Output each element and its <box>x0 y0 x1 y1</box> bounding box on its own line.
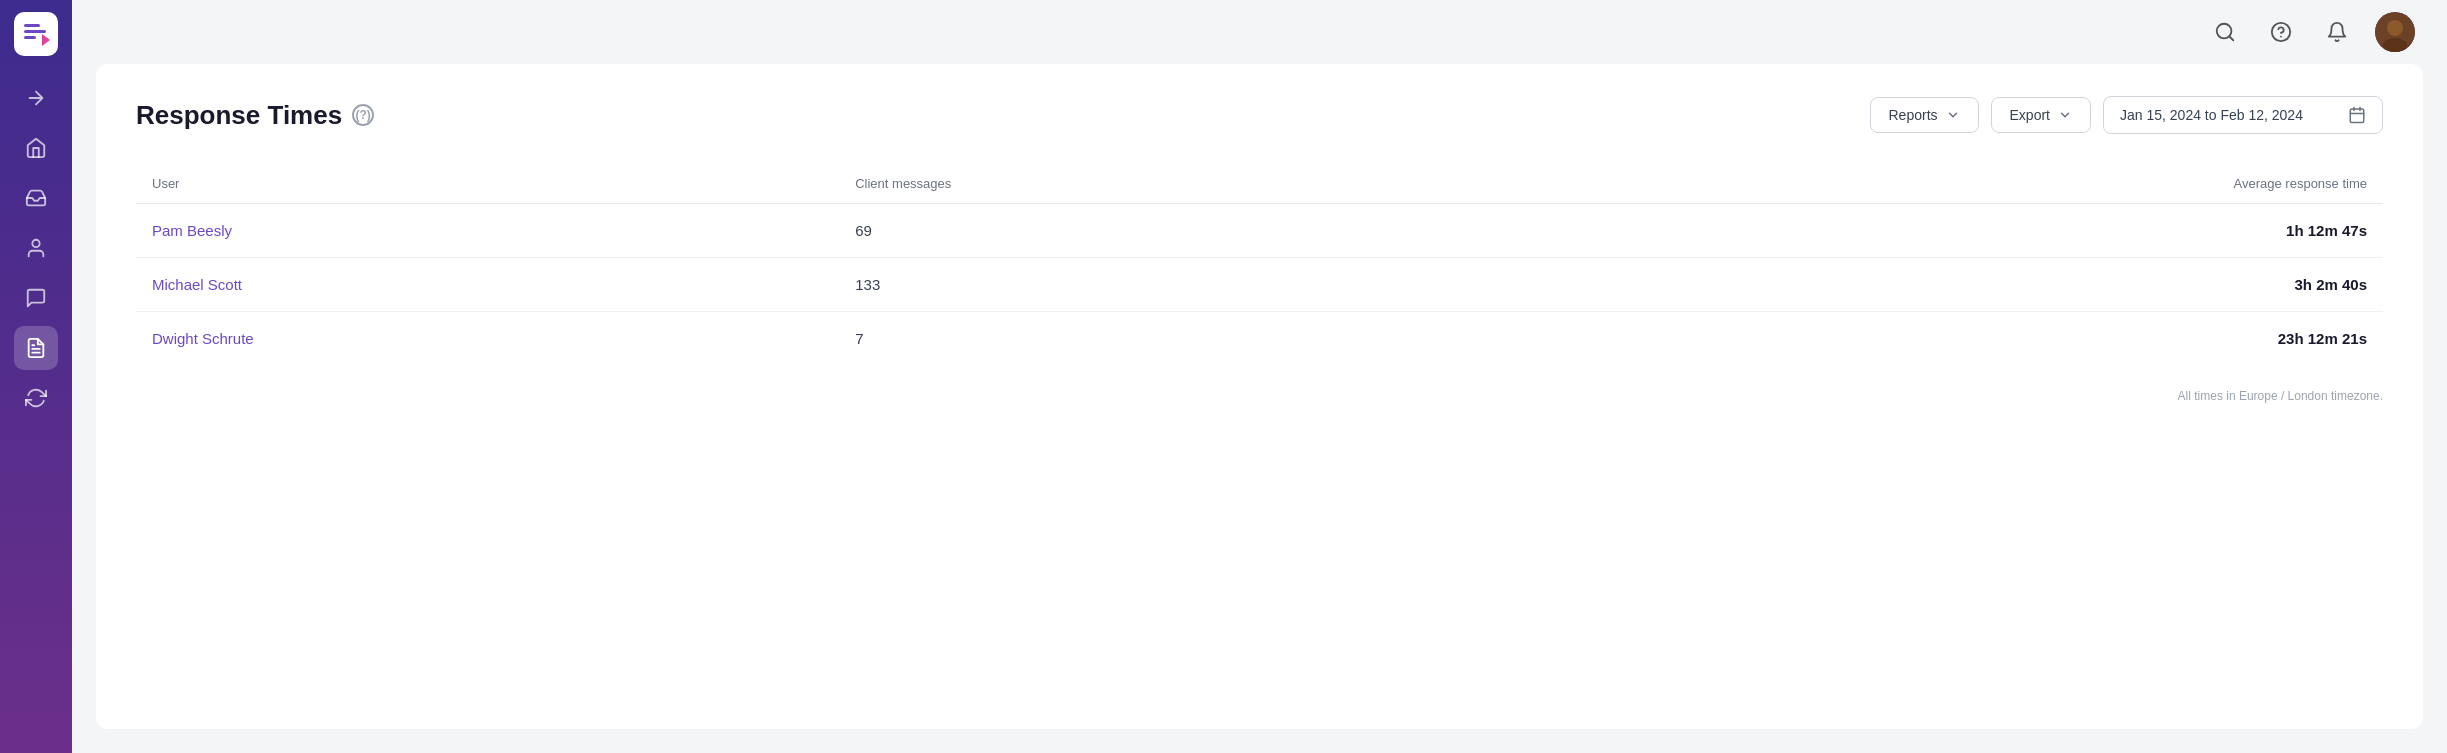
svg-line-8 <box>2229 36 2233 40</box>
col-header-avg-response-time: Average response time <box>1513 166 2383 204</box>
reports-dropdown-button[interactable]: Reports <box>1870 97 1979 133</box>
table-row: Pam Beesly 691h 12m 47s <box>136 204 2383 258</box>
user-link[interactable]: Michael Scott <box>152 276 242 293</box>
topbar <box>72 0 2447 64</box>
cell-avg-response-time: 23h 12m 21s <box>1513 312 2383 366</box>
cell-avg-response-time: 3h 2m 40s <box>1513 258 2383 312</box>
cell-client-messages: 69 <box>839 204 1513 258</box>
cell-avg-response-time: 1h 12m 47s <box>1513 204 2383 258</box>
page-header: Response Times (?) Reports Export Jan 15… <box>136 96 2383 134</box>
content-area: Response Times (?) Reports Export Jan 15… <box>96 64 2423 729</box>
response-times-table: User Client messages Average response ti… <box>136 166 2383 365</box>
export-dropdown-button[interactable]: Export <box>1991 97 2091 133</box>
main-content: Response Times (?) Reports Export Jan 15… <box>72 0 2447 753</box>
help-tooltip-badge[interactable]: (?) <box>352 104 374 126</box>
date-range-button[interactable]: Jan 15, 2024 to Feb 12, 2024 <box>2103 96 2383 134</box>
user-avatar[interactable] <box>2375 12 2415 52</box>
bell-button[interactable] <box>2319 14 2355 50</box>
user-link[interactable]: Dwight Schrute <box>152 330 254 347</box>
table-header: User Client messages Average response ti… <box>136 166 2383 204</box>
svg-rect-14 <box>2350 109 2364 123</box>
avatar-image <box>2375 12 2415 52</box>
sidebar-item-reports[interactable] <box>14 326 58 370</box>
cell-user: Pam Beesly <box>136 204 839 258</box>
cell-user: Michael Scott <box>136 258 839 312</box>
search-button[interactable] <box>2207 14 2243 50</box>
sidebar <box>0 0 72 753</box>
cell-client-messages: 7 <box>839 312 1513 366</box>
svg-point-4 <box>32 240 39 247</box>
header-controls: Reports Export Jan 15, 2024 to Feb 12, 2… <box>1870 96 2384 134</box>
col-header-user: User <box>136 166 839 204</box>
page-title-area: Response Times (?) <box>136 100 374 131</box>
col-header-client-messages: Client messages <box>839 166 1513 204</box>
cell-user: Dwight Schrute <box>136 312 839 366</box>
sidebar-item-chat[interactable] <box>14 276 58 320</box>
svg-rect-2 <box>24 36 36 39</box>
svg-rect-0 <box>24 24 40 27</box>
sidebar-item-refresh[interactable] <box>14 376 58 420</box>
cell-client-messages: 133 <box>839 258 1513 312</box>
sidebar-item-forward[interactable] <box>14 76 58 120</box>
table-row: Michael Scott 1333h 2m 40s <box>136 258 2383 312</box>
table-row: Dwight Schrute 723h 12m 21s <box>136 312 2383 366</box>
user-link[interactable]: Pam Beesly <box>152 222 232 239</box>
svg-marker-3 <box>42 34 50 46</box>
svg-rect-1 <box>24 30 46 33</box>
table-body: Pam Beesly 691h 12m 47s Michael Scott 1333h… <box>136 204 2383 366</box>
sidebar-item-contacts[interactable] <box>14 226 58 270</box>
sidebar-nav <box>0 76 72 420</box>
sidebar-item-home[interactable] <box>14 126 58 170</box>
chevron-down-icon <box>1946 108 1960 122</box>
app-logo[interactable] <box>14 12 58 56</box>
timezone-note: All times in Europe / London timezone. <box>136 389 2383 403</box>
help-button[interactable] <box>2263 14 2299 50</box>
chevron-down-export-icon <box>2058 108 2072 122</box>
calendar-icon <box>2348 106 2366 124</box>
page-title: Response Times <box>136 100 342 131</box>
svg-point-12 <box>2387 20 2403 36</box>
sidebar-item-inbox[interactable] <box>14 176 58 220</box>
